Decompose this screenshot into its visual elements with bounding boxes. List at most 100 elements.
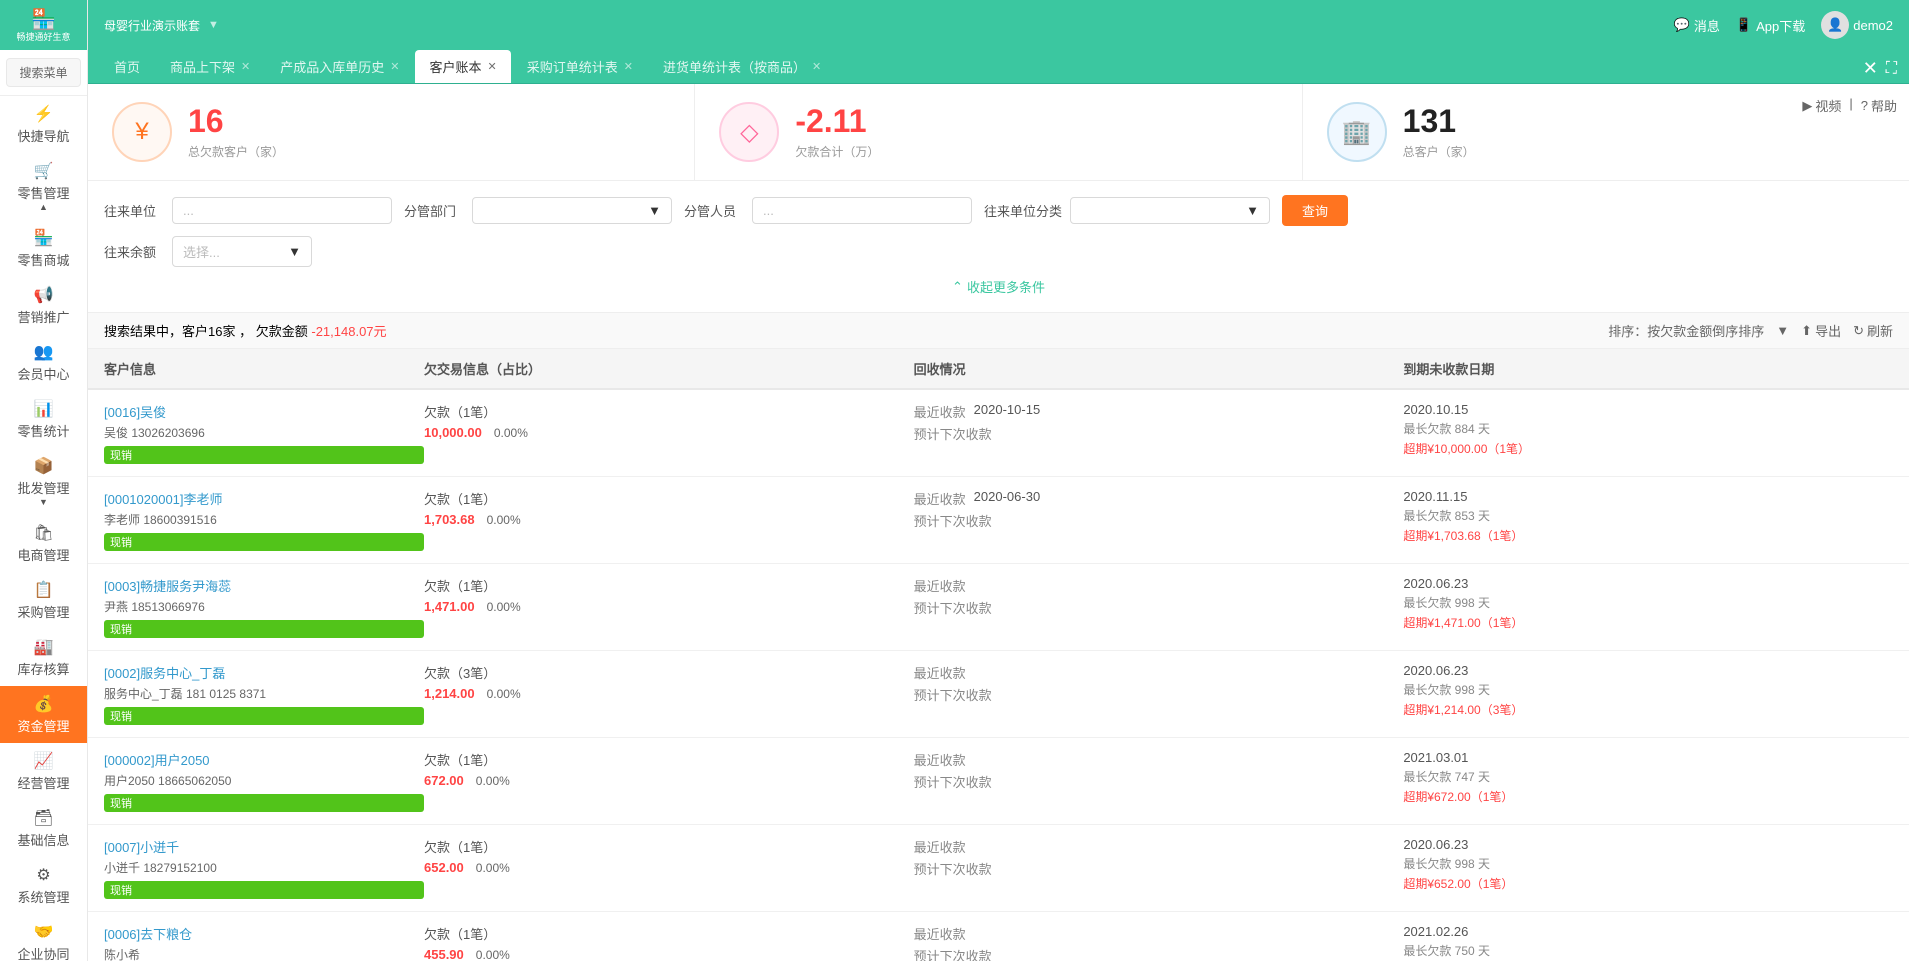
close-icon[interactable]: ✕ <box>812 60 821 73</box>
table-row: [0003]畅捷服务尹海蕊 尹燕 18513066976 现销 欠款（1笔） 1… <box>88 564 1909 651</box>
sidebar-item-quick-nav[interactable]: ⚡ 快捷导航 <box>0 96 87 153</box>
view-video-btn[interactable]: ▶ 视频 <box>1802 96 1841 115</box>
customer-phone-6: 陈小希 <box>104 946 424 961</box>
tab-customer-account[interactable]: 客户账本 ✕ <box>415 50 510 83</box>
col-customer-info: 客户信息 <box>104 359 424 378</box>
sidebar-item-marketing[interactable]: 📢 营销推广 <box>0 277 87 334</box>
balance-select[interactable]: 选择... ▼ <box>172 236 312 267</box>
sidebar-item-enterprise[interactable]: 🤝 企业协同 <box>0 914 87 961</box>
sidebar-item-retail-mall[interactable]: 🏪 零售商城 <box>0 220 87 277</box>
search-button[interactable]: 查询 <box>1282 195 1348 226</box>
sidebar-item-finance[interactable]: 💰 资金管理 <box>0 686 87 743</box>
sidebar-item-label: 采购管理 <box>17 602 69 621</box>
help-btn[interactable]: ? 帮助 <box>1861 96 1897 115</box>
customer-tag-5: 现销 <box>104 881 424 899</box>
unit-category-select[interactable]: ▼ <box>1070 197 1270 224</box>
fullscreen-btn[interactable]: ⛶ <box>1886 60 1897 78</box>
overdue-amount-4[interactable]: 超期¥672.00（1笔） <box>1403 788 1893 805</box>
sidebar-item-sys-mgmt[interactable]: ⚙ 系统管理 <box>0 857 87 914</box>
source-unit-input[interactable]: ... <box>172 197 392 224</box>
debt-amount-row-2: 1,471.00 0.00% <box>424 599 914 614</box>
sidebar-item-ecommerce[interactable]: 🛍 电商管理 <box>0 515 87 572</box>
filter-unit-category: 往来单位分类 ▼ <box>984 197 1270 224</box>
tab-import-stats[interactable]: 进货单统计表（按商品） ✕ <box>649 50 835 83</box>
finance-icon: 💰 <box>34 694 54 714</box>
enterprise-icon: 🤝 <box>34 922 54 942</box>
debt-amount-row-1: 1,703.68 0.00% <box>424 512 914 527</box>
refresh-label: 刷新 <box>1867 321 1893 340</box>
table-row: [000002]用户2050 用户2050 18665062050 现销 欠款（… <box>88 738 1909 825</box>
close-icon[interactable]: ✕ <box>624 60 633 73</box>
sidebar-item-member[interactable]: 👥 会员中心 <box>0 334 87 391</box>
stat-debt-customers-info: 16 总欠款客户（家） <box>188 104 284 160</box>
sidebar-item-ops-mgmt[interactable]: 📈 经营管理 <box>0 743 87 800</box>
sidebar-item-purchase[interactable]: 📋 采购管理 <box>0 572 87 629</box>
sidebar-item-basic-info[interactable]: 🗃 基础信息 <box>0 800 87 857</box>
tab-home[interactable]: 首页 <box>100 50 154 83</box>
user-avatar-btn[interactable]: 👤 demo2 <box>1821 11 1893 39</box>
message-btn[interactable]: 💬 消息 <box>1674 16 1720 35</box>
refresh-icon: ↻ <box>1853 323 1864 339</box>
tab-purchase-stats[interactable]: 采购订单统计表 ✕ <box>513 50 647 83</box>
customer-name-2[interactable]: [0003]畅捷服务尹海蕊 <box>104 576 424 595</box>
export-label: 导出 <box>1815 321 1841 340</box>
customer-tag-2: 现销 <box>104 620 424 638</box>
debt-amount-0[interactable]: 10,000.00 <box>424 425 482 440</box>
sidebar-item-retail-mgmt[interactable]: 🛒 零售管理 ▲ <box>0 153 87 220</box>
chevron-down-icon[interactable]: ▼ <box>1776 323 1789 338</box>
due-info-4: 2021.03.01 最长欠款 747 天 超期¥672.00（1笔） <box>1403 750 1893 805</box>
collapse-filter-btn[interactable]: ⌃ 收起更多条件 <box>104 277 1893 296</box>
quick-nav-icon: ⚡ <box>34 104 54 124</box>
dept-label: 分管部门 <box>404 201 464 220</box>
refresh-btn[interactable]: ↻ 刷新 <box>1853 321 1893 340</box>
view-label: 视频 <box>1815 96 1841 115</box>
last-collection-label-3: 最近收款 <box>914 663 966 682</box>
due-days-6: 最长欠款 750 天 <box>1403 942 1893 959</box>
table-row: [0007]小迸千 小迸千 18279152100 现销 欠款（1笔） 652.… <box>88 825 1909 912</box>
overdue-amount-3[interactable]: 超期¥1,214.00（3笔） <box>1403 701 1893 718</box>
customer-name-0[interactable]: [0016]吴俊 <box>104 402 424 421</box>
sidebar-item-retail-stats[interactable]: 📊 零售统计 <box>0 391 87 448</box>
search-menu-button[interactable]: 搜索菜单 <box>6 58 81 87</box>
customer-name-5[interactable]: [0007]小迸千 <box>104 837 424 856</box>
app-download-btn[interactable]: 📱 App下载 <box>1736 16 1805 35</box>
sidebar-item-inventory[interactable]: 🏭 库存核算 <box>0 629 87 686</box>
customer-name-3[interactable]: [0002]服务中心_丁磊 <box>104 663 424 682</box>
export-btn[interactable]: ⬆ 导出 <box>1801 321 1841 340</box>
due-date-2: 2020.06.23 <box>1403 576 1893 591</box>
tab-product-history[interactable]: 产成品入库单历史 ✕ <box>266 50 413 83</box>
overdue-amount-0[interactable]: 超期¥10,000.00（1笔） <box>1403 440 1893 457</box>
debt-amount-1[interactable]: 1,703.68 <box>424 512 475 527</box>
tab-product-history-label: 产成品入库单历史 <box>280 57 384 76</box>
next-collection-row-1: 预计下次收款 <box>914 511 1404 530</box>
overdue-amount-5[interactable]: 超期¥652.00（1笔） <box>1403 875 1893 892</box>
close-all-tabs-btn[interactable]: ✕ <box>1863 58 1878 79</box>
person-input[interactable]: ... <box>752 197 972 224</box>
close-icon[interactable]: ✕ <box>390 60 399 73</box>
dropdown-icon[interactable]: ▼ <box>208 19 219 31</box>
tab-product-status[interactable]: 商品上下架 ✕ <box>156 50 264 83</box>
debt-amount-2[interactable]: 1,471.00 <box>424 599 475 614</box>
collection-row-5: 最近收款 <box>914 837 1404 856</box>
debt-amount-3[interactable]: 1,214.00 <box>424 686 475 701</box>
overdue-amount-2[interactable]: 超期¥1,471.00（1笔） <box>1403 614 1893 631</box>
close-icon[interactable]: ✕ <box>488 60 497 73</box>
customer-name-6[interactable]: [0006]去下粮仓 <box>104 924 424 943</box>
debt-amount-6[interactable]: 455.90 <box>424 947 464 961</box>
customer-name-4[interactable]: [000002]用户2050 <box>104 750 424 769</box>
chevron-down-icon: ▼ <box>39 497 48 507</box>
total-customers-label: 总客户（家） <box>1403 143 1475 160</box>
debt-row-0: 欠款（1笔） <box>424 402 914 421</box>
retail-mall-icon: 🏪 <box>34 228 54 248</box>
overdue-amount-1[interactable]: 超期¥1,703.68（1笔） <box>1403 527 1893 544</box>
debt-info-4: 欠款（1笔） 672.00 0.00% <box>424 750 914 788</box>
customer-name-1[interactable]: [0001020001]李老师 <box>104 489 424 508</box>
close-icon[interactable]: ✕ <box>241 60 250 73</box>
stat-total-customers: 🏢 131 总客户（家） ▶ 视频 | ? 帮助 <box>1303 84 1909 180</box>
sidebar-item-batch-mgmt[interactable]: 📦 批发管理 ▼ <box>0 448 87 515</box>
debt-amount-5[interactable]: 652.00 <box>424 860 464 875</box>
dept-select[interactable]: ▼ <box>472 197 672 224</box>
sidebar-nav: ⚡ 快捷导航 🛒 零售管理 ▲ 🏪 零售商城 📢 营销推广 👥 会员中心 📊 零… <box>0 96 87 961</box>
debt-amount-4[interactable]: 672.00 <box>424 773 464 788</box>
customer-info-1: [0001020001]李老师 李老师 18600391516 现销 <box>104 489 424 551</box>
